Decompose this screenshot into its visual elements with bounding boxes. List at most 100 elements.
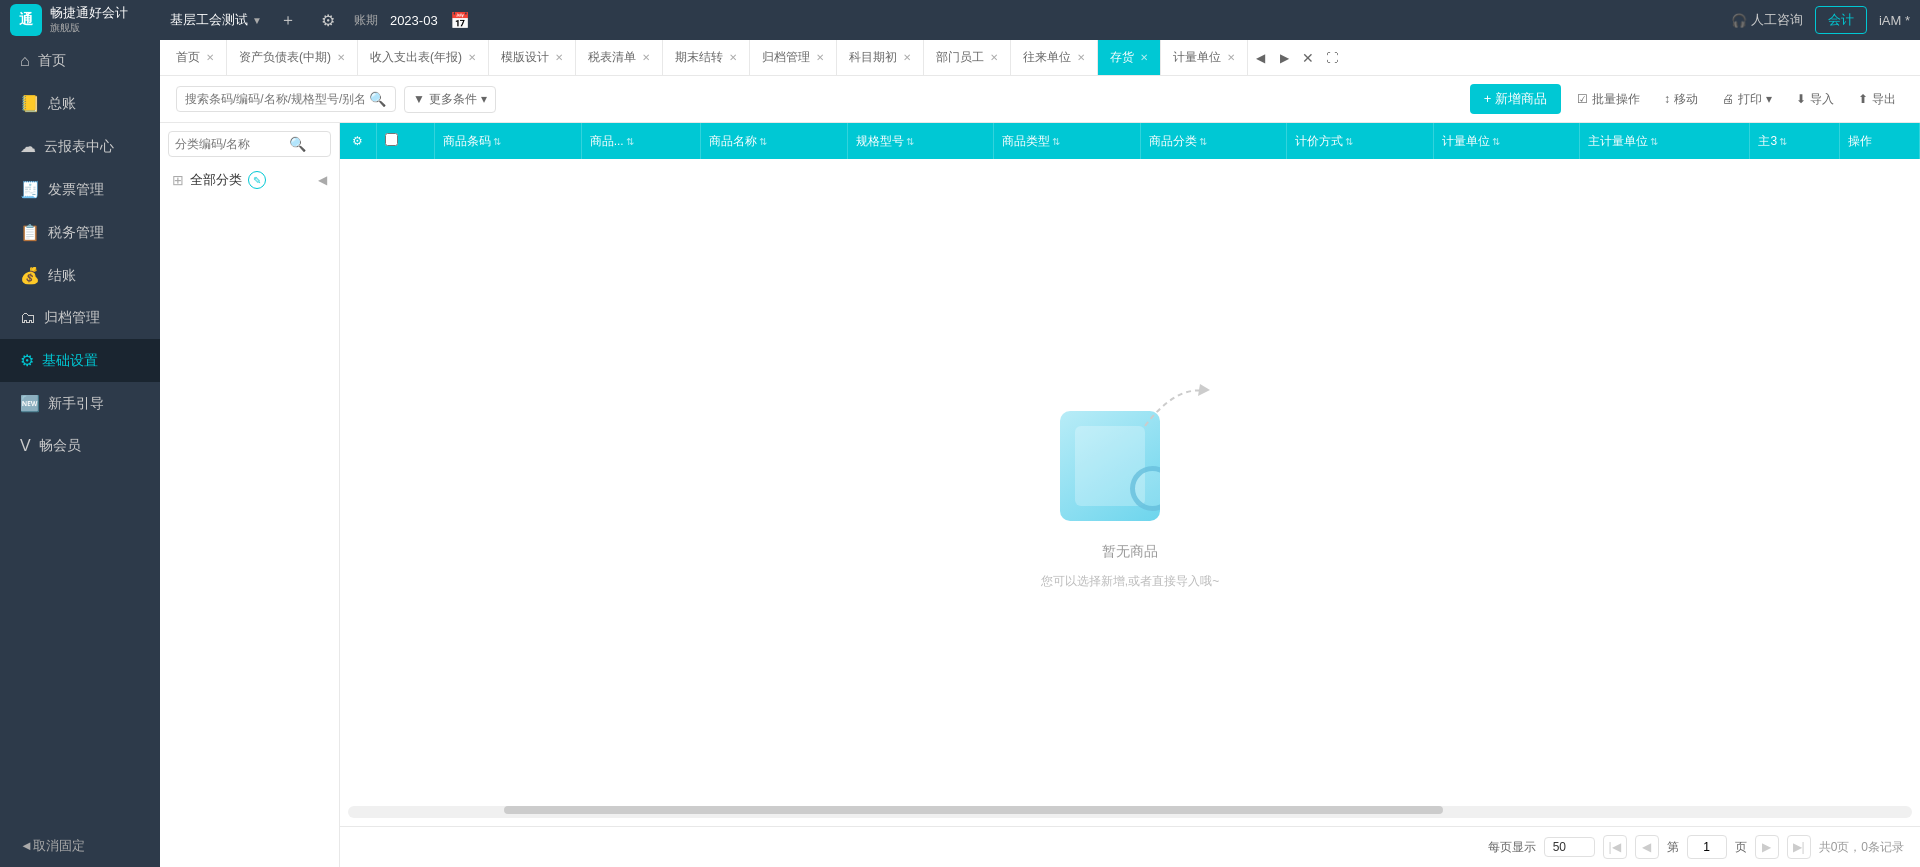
col-unit[interactable]: 计量单位 ⇅: [1433, 123, 1580, 159]
add-tab-button[interactable]: ＋: [274, 6, 302, 34]
main-search-input[interactable]: [185, 92, 365, 106]
cat-search-box[interactable]: 🔍: [168, 131, 331, 157]
table-container: ⚙ 商品条码 ⇅ 商品...: [340, 123, 1920, 867]
col-category[interactable]: 商品分类 ⇅: [1140, 123, 1287, 159]
col-settings[interactable]: ⚙: [340, 123, 376, 159]
tab-unit[interactable]: 计量单位 ✕: [1161, 40, 1248, 76]
top-header: 通 畅捷通好会计 旗舰版 基层工会测试 ▼ ＋ ⚙ 账期 2023-03 📅 🎧…: [0, 0, 1920, 40]
sidebar-item-guide[interactable]: 🆕 新手引导: [0, 382, 160, 425]
page-suffix-label: 页: [1735, 839, 1747, 856]
tab-dept-emp[interactable]: 部门员工 ✕: [924, 40, 1011, 76]
col-price-method[interactable]: 计价方式 ⇅: [1287, 123, 1434, 159]
add-product-button[interactable]: + 新增商品: [1470, 84, 1561, 114]
tab-next-button[interactable]: ▶: [1272, 40, 1296, 76]
product-table: ⚙ 商品条码 ⇅ 商品...: [340, 123, 1920, 159]
main-search-icon[interactable]: 🔍: [369, 91, 386, 107]
tab-close-home[interactable]: ✕: [206, 52, 214, 63]
sort-code-icon: ⇅: [626, 136, 634, 147]
col-checkbox[interactable]: [376, 123, 435, 159]
page-prev-button[interactable]: ◀: [1635, 835, 1659, 859]
tab-prev-button[interactable]: ◀: [1248, 40, 1272, 76]
print-chevron-icon: ▾: [1766, 92, 1772, 106]
header-mid: 基层工会测试 ▼ ＋ ⚙ 账期 2023-03 📅: [170, 6, 1731, 34]
tab-close-partner[interactable]: ✕: [1077, 52, 1085, 63]
move-button[interactable]: ↕ 移动: [1656, 87, 1706, 112]
sidebar-item-ledger[interactable]: 📒 总账: [0, 82, 160, 125]
cat-search-icon[interactable]: 🔍: [289, 136, 306, 152]
sidebar-item-home[interactable]: ⌂ 首页: [0, 40, 160, 82]
cat-search-input[interactable]: [175, 137, 285, 151]
calendar-icon[interactable]: 📅: [450, 11, 470, 30]
tab-bar: 首页 ✕ 资产负债表(中期) ✕ 收入支出表(年报) ✕ 模版设计 ✕ 税表清单…: [160, 40, 1920, 76]
tab-home[interactable]: 首页 ✕: [164, 40, 227, 76]
col-main-unit[interactable]: 主计量单位 ⇅: [1580, 123, 1750, 159]
export-button[interactable]: ⬆ 导出: [1850, 87, 1904, 112]
sort-category-icon: ⇅: [1199, 136, 1207, 147]
col-code[interactable]: 商品... ⇅: [581, 123, 700, 159]
tab-close-dept-emp[interactable]: ✕: [990, 52, 998, 63]
company-select[interactable]: 基层工会测试 ▼: [170, 11, 262, 29]
col-name[interactable]: 商品名称 ⇅: [700, 123, 847, 159]
page-first-button[interactable]: |◀: [1603, 835, 1627, 859]
main-split: 🔍 ⊞ 全部分类 ✎ ◀ ⚙: [160, 123, 1920, 867]
page-next-button[interactable]: ▶: [1755, 835, 1779, 859]
sort-name-icon: ⇅: [759, 136, 767, 147]
page-last-button[interactable]: ▶|: [1787, 835, 1811, 859]
sidebar-item-reports[interactable]: ☁ 云报表中心: [0, 125, 160, 168]
unpin-button[interactable]: ◄取消固定: [0, 825, 160, 867]
cat-edit-icon[interactable]: ✎: [248, 171, 266, 189]
horizontal-scrollbar[interactable]: [340, 802, 1920, 826]
settings-icon[interactable]: ⚙: [314, 6, 342, 34]
tab-period-end[interactable]: 期末结转 ✕: [663, 40, 750, 76]
tab-close-all-button[interactable]: ✕: [1296, 40, 1320, 76]
tab-close-taxclear[interactable]: ✕: [642, 52, 650, 63]
cat-all-item[interactable]: ⊞ 全部分类 ✎ ◀: [168, 165, 331, 195]
tab-expand-button[interactable]: ⛶: [1320, 40, 1344, 76]
period-value: 2023-03: [390, 13, 438, 28]
col-spec[interactable]: 规格型号 ⇅: [847, 123, 994, 159]
tab-partner[interactable]: 往来单位 ✕: [1011, 40, 1098, 76]
tab-subject-init[interactable]: 科目期初 ✕: [837, 40, 924, 76]
per-page-label: 每页显示: [1488, 839, 1536, 856]
sidebar-item-archive[interactable]: 🗂 归档管理: [0, 297, 160, 339]
col-type[interactable]: 商品类型 ⇅: [994, 123, 1141, 159]
tab-close-archive-mgmt[interactable]: ✕: [816, 52, 824, 63]
tab-template[interactable]: 模版设计 ✕: [489, 40, 576, 76]
home-icon: ⌂: [20, 52, 30, 70]
tab-close-subject-init[interactable]: ✕: [903, 52, 911, 63]
sidebar-item-invoice[interactable]: 🧾 发票管理: [0, 168, 160, 211]
tab-close-balance[interactable]: ✕: [337, 52, 345, 63]
tab-income[interactable]: 收入支出表(年报) ✕: [358, 40, 489, 76]
tab-close-template[interactable]: ✕: [555, 52, 563, 63]
main-search-box[interactable]: 🔍: [176, 86, 396, 112]
page-content: 🔍 ▼ 更多条件 ▾ + 新增商品 ☑ 批量操作 ↕ 移动: [160, 76, 1920, 867]
tab-archive-mgmt[interactable]: 归档管理 ✕: [750, 40, 837, 76]
batch-operation-button[interactable]: ☑ 批量操作: [1569, 87, 1648, 112]
tab-close-inventory[interactable]: ✕: [1140, 52, 1148, 63]
print-button[interactable]: 🖨 打印 ▾: [1714, 87, 1780, 112]
consult-button[interactable]: 🎧 人工咨询: [1731, 11, 1803, 29]
col-barcode[interactable]: 商品条码 ⇅: [435, 123, 582, 159]
per-page-select[interactable]: 50 20 100: [1544, 837, 1595, 857]
tab-taxclear[interactable]: 税表清单 ✕: [576, 40, 663, 76]
tab-close-income[interactable]: ✕: [468, 52, 476, 63]
cat-collapse-icon[interactable]: ◀: [318, 173, 327, 187]
tab-balance[interactable]: 资产负债表(中期) ✕: [227, 40, 358, 76]
sidebar-item-member[interactable]: V 畅会员: [0, 425, 160, 467]
more-filter-button[interactable]: ▼ 更多条件 ▾: [404, 86, 496, 113]
account-button[interactable]: 会计: [1815, 6, 1867, 34]
header-right: 🎧 人工咨询 会计 iAM *: [1731, 6, 1910, 34]
select-all-checkbox[interactable]: [385, 133, 398, 146]
sidebar-item-tax[interactable]: 📋 税务管理: [0, 211, 160, 254]
tab-close-period-end[interactable]: ✕: [729, 52, 737, 63]
export-icon: ⬆: [1858, 92, 1868, 106]
gear-icon: ⚙: [20, 351, 34, 370]
import-button[interactable]: ⬇ 导入: [1788, 87, 1842, 112]
period-label: 账期: [354, 12, 378, 29]
tab-close-unit[interactable]: ✕: [1227, 52, 1235, 63]
sidebar-item-settings[interactable]: ⚙ 基础设置: [0, 339, 160, 382]
sidebar-item-close[interactable]: 💰 结账: [0, 254, 160, 297]
col-3[interactable]: 主3 ⇅: [1750, 123, 1839, 159]
tab-inventory[interactable]: 存货 ✕: [1098, 40, 1161, 76]
page-number-input[interactable]: [1687, 835, 1727, 859]
